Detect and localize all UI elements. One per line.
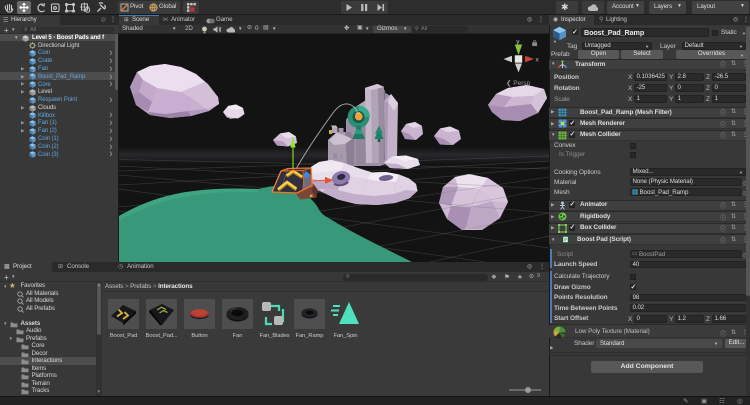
svg-text:❮ Persp: ❮ Persp	[506, 79, 531, 87]
